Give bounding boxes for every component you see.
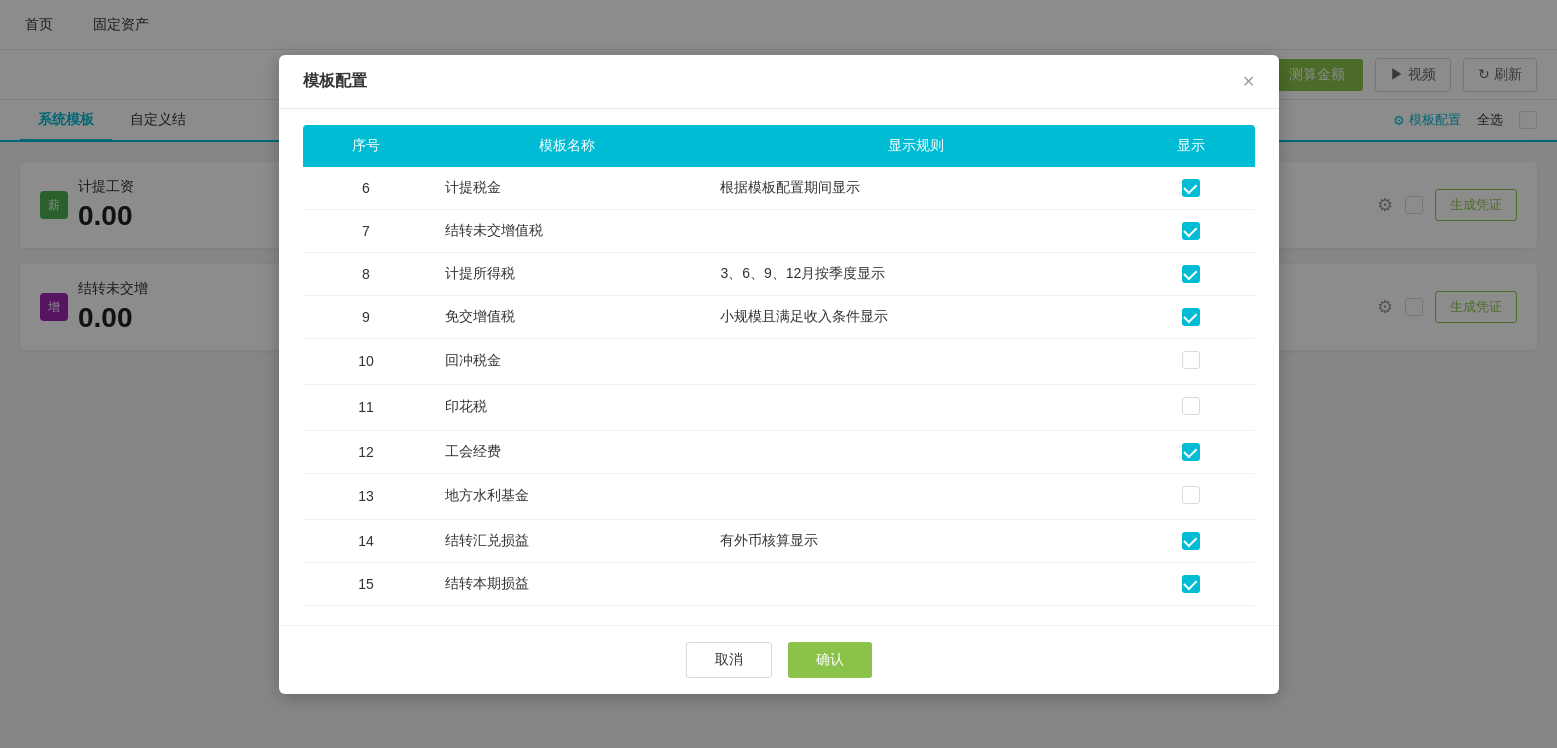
row-checkbox-cell (1128, 519, 1255, 562)
row-checkbox-cell (1128, 430, 1255, 473)
row-name: 工会经费 (429, 430, 704, 473)
row-name: 结转汇兑损益 (429, 519, 704, 562)
table-header-row: 序号 模板名称 显示规则 显示 (303, 125, 1255, 167)
row-checkbox-cell (1128, 295, 1255, 338)
row-checkbox-unchecked[interactable] (1182, 397, 1200, 415)
row-checkbox-cell (1128, 338, 1255, 384)
modal-overlay: 模板配置 × 序号 模板名称 显示规则 显示 6计提税金根据模板配置期间显 (0, 0, 1557, 748)
row-rule (704, 209, 1127, 252)
row-name: 结转未交增值税 (429, 209, 704, 252)
row-rule (704, 384, 1127, 430)
row-id: 8 (303, 252, 430, 295)
row-id: 10 (303, 338, 430, 384)
modal-title: 模板配置 (303, 71, 367, 92)
row-id: 9 (303, 295, 430, 338)
col-header-id: 序号 (303, 125, 430, 167)
row-rule (704, 338, 1127, 384)
row-id: 15 (303, 562, 430, 605)
row-checkbox-checked[interactable] (1182, 222, 1200, 240)
modal-close-button[interactable]: × (1243, 71, 1255, 91)
row-id: 6 (303, 167, 430, 210)
modal-footer: 取消 确认 (279, 625, 1279, 694)
table-row: 10回冲税金 (303, 338, 1255, 384)
config-table-wrapper: 序号 模板名称 显示规则 显示 6计提税金根据模板配置期间显示7结转未交增值税8… (303, 109, 1255, 609)
table-row: 16结转未分配利润12月份显示 (303, 605, 1255, 609)
row-name: 地方水利基金 (429, 473, 704, 519)
row-id: 12 (303, 430, 430, 473)
row-checkbox-checked[interactable] (1182, 308, 1200, 326)
config-table-body: 6计提税金根据模板配置期间显示7结转未交增值税8计提所得税3、6、9、12月按季… (303, 167, 1255, 609)
row-id: 11 (303, 384, 430, 430)
row-name: 印花税 (429, 384, 704, 430)
confirm-button[interactable]: 确认 (788, 642, 872, 678)
row-id: 13 (303, 473, 430, 519)
row-checkbox-cell (1128, 209, 1255, 252)
row-checkbox-checked[interactable] (1182, 265, 1200, 283)
cancel-button[interactable]: 取消 (686, 642, 772, 678)
col-header-name: 模板名称 (429, 125, 704, 167)
row-name: 回冲税金 (429, 338, 704, 384)
row-name: 结转未分配利润 (429, 605, 704, 609)
row-checkbox-cell (1128, 562, 1255, 605)
row-rule: 12月份显示 (704, 605, 1127, 609)
row-checkbox-cell (1128, 167, 1255, 210)
col-header-show: 显示 (1128, 125, 1255, 167)
row-name: 结转本期损益 (429, 562, 704, 605)
row-checkbox-checked[interactable] (1182, 443, 1200, 461)
row-name: 计提税金 (429, 167, 704, 210)
table-row: 8计提所得税3、6、9、12月按季度显示 (303, 252, 1255, 295)
row-rule (704, 430, 1127, 473)
row-checkbox-cell (1128, 473, 1255, 519)
row-rule: 小规模且满足收入条件显示 (704, 295, 1127, 338)
row-id: 7 (303, 209, 430, 252)
row-checkbox-unchecked[interactable] (1182, 351, 1200, 369)
row-id: 16 (303, 605, 430, 609)
table-row: 11印花税 (303, 384, 1255, 430)
row-rule (704, 562, 1127, 605)
table-row: 9免交增值税小规模且满足收入条件显示 (303, 295, 1255, 338)
table-row: 12工会经费 (303, 430, 1255, 473)
row-name: 计提所得税 (429, 252, 704, 295)
row-rule: 3、6、9、12月按季度显示 (704, 252, 1127, 295)
col-header-rule: 显示规则 (704, 125, 1127, 167)
row-checkbox-checked[interactable] (1182, 575, 1200, 593)
table-row: 7结转未交增值税 (303, 209, 1255, 252)
config-table: 序号 模板名称 显示规则 显示 6计提税金根据模板配置期间显示7结转未交增值税8… (303, 125, 1255, 609)
row-rule: 根据模板配置期间显示 (704, 167, 1127, 210)
row-rule (704, 473, 1127, 519)
row-checkbox-checked[interactable] (1182, 532, 1200, 550)
row-rule: 有外币核算显示 (704, 519, 1127, 562)
table-row: 14结转汇兑损益有外币核算显示 (303, 519, 1255, 562)
row-checkbox-cell (1128, 605, 1255, 609)
table-row: 13地方水利基金 (303, 473, 1255, 519)
modal-header: 模板配置 × (279, 55, 1279, 109)
table-row: 15结转本期损益 (303, 562, 1255, 605)
row-checkbox-cell (1128, 252, 1255, 295)
template-config-modal: 模板配置 × 序号 模板名称 显示规则 显示 6计提税金根据模板配置期间显 (279, 55, 1279, 694)
table-row: 6计提税金根据模板配置期间显示 (303, 167, 1255, 210)
row-name: 免交增值税 (429, 295, 704, 338)
row-id: 14 (303, 519, 430, 562)
row-checkbox-cell (1128, 384, 1255, 430)
row-checkbox-unchecked[interactable] (1182, 486, 1200, 504)
modal-body: 序号 模板名称 显示规则 显示 6计提税金根据模板配置期间显示7结转未交增值税8… (279, 109, 1279, 625)
row-checkbox-checked[interactable] (1182, 179, 1200, 197)
